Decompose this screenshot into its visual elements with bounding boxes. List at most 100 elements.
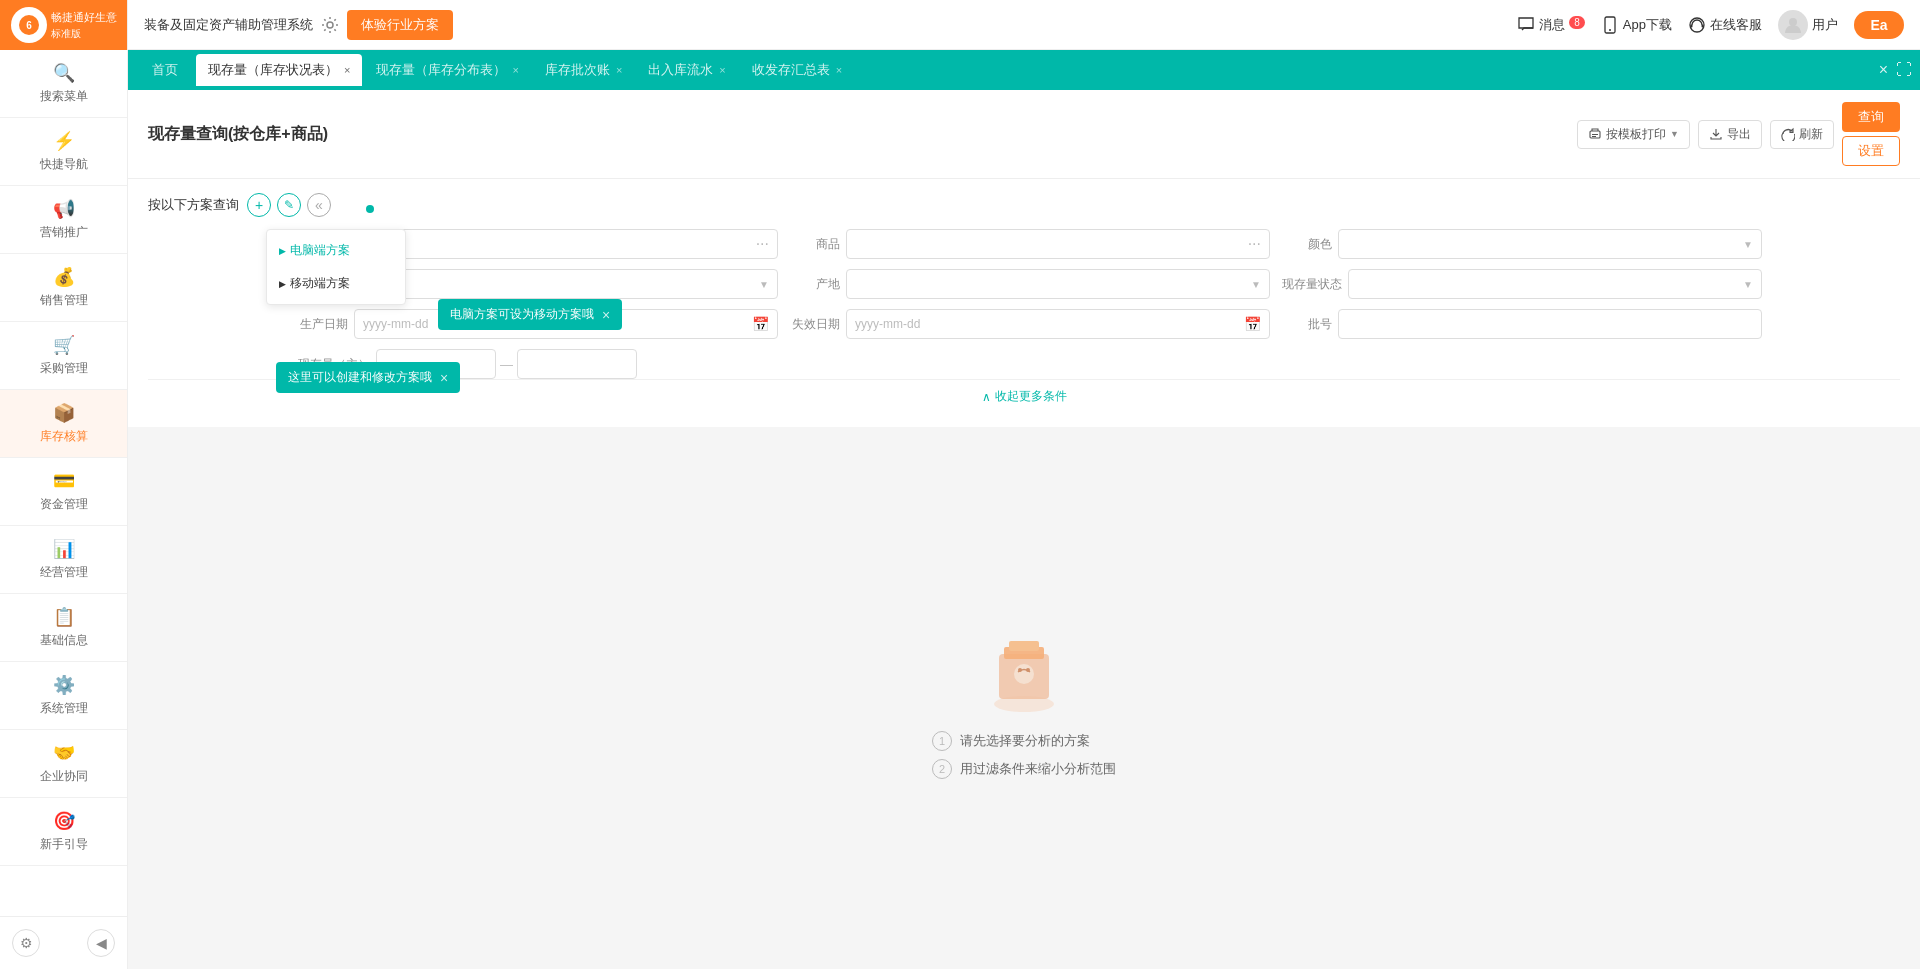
svg-point-16 [1014,664,1034,684]
sidebar-item-enterprise[interactable]: 🤝 企业协同 [0,730,127,798]
stock-status-select[interactable]: ▼ [1348,269,1762,299]
tooltip-pc-scheme: 电脑方案可设为移动方案哦 × [438,299,622,330]
sidebar-item-quick-nav[interactable]: ⚡ 快捷导航 [0,118,127,186]
scheme-item-mobile[interactable]: ▶ 移动端方案 [267,267,405,300]
tab-close-icon[interactable]: × [719,64,725,76]
tab-close-icon[interactable]: × [616,64,622,76]
tab-summary[interactable]: 收发存汇总表 × [740,54,854,86]
message-label: 消息 [1539,16,1565,34]
sidebar-item-inventory[interactable]: 📦 库存核算 [0,390,127,458]
stock-qty-to[interactable] [517,349,637,379]
search-btn[interactable]: 查询 [1842,102,1900,132]
edit-scheme-btn[interactable]: ✎ [277,193,301,217]
user-avatar [1778,10,1808,40]
chevron-down-icon: ▼ [1743,239,1753,250]
empty-step-1: 1 请先选择要分析的方案 [932,731,1116,751]
online-support-btn[interactable]: 在线客服 [1688,16,1762,34]
origin-select[interactable]: ▼ [846,269,1270,299]
trial-industry-btn[interactable]: 体验行业方案 [347,10,453,40]
calendar-icon[interactable]: 📅 [1244,316,1261,332]
color-select[interactable]: ▼ [1338,229,1762,259]
expiry-date-input[interactable]: yyyy-mm-dd 📅 [846,309,1270,339]
batch-no-input[interactable] [1338,309,1762,339]
page-header: 现存量查询(按仓库+商品) 按模板打印 ▼ [128,90,1920,179]
sidebar-footer: ⚙ ◀ [0,916,127,969]
page-title: 现存量查询(按仓库+商品) [148,124,328,145]
sidebar-item-marketing[interactable]: 📢 营销推广 [0,186,127,254]
gear-icon[interactable] [321,16,339,34]
message-btn[interactable]: 消息 8 [1517,16,1585,34]
export-btn[interactable]: 导出 [1698,120,1762,149]
dropdown-arrow: ▼ [1670,129,1679,139]
sidebar-item-label: 经营管理 [40,564,88,581]
tab-close-all-icon[interactable]: × [1879,61,1888,79]
empty-illustration [974,619,1074,719]
tab-inventory-dist[interactable]: 现存量（库存分布表） × [364,54,530,86]
tab-flow[interactable]: 出入库流水 × [636,54,737,86]
sidebar-item-newbie[interactable]: 🎯 新手引导 [0,798,127,866]
filter-row-1: 仓库 ··· 商品 ··· 颜色 [298,229,1900,259]
tab-close-icon[interactable]: × [836,64,842,76]
filter-area: 按以下方案查询 + ✎ « ▶ 电脑端方案 ▶ 移动端方案 [128,179,1920,427]
calendar-icon[interactable]: 📅 [752,316,769,332]
sidebar-item-label: 新手引导 [40,836,88,853]
tab-batch-account[interactable]: 库存批次账 × [533,54,634,86]
svg-point-17 [1018,668,1022,672]
tooltip-text: 这里可以创建和修改方案哦 [288,369,432,386]
empty-state: 1 请先选择要分析的方案 2 用过滤条件来缩小分析范围 [128,429,1920,969]
export-label: 导出 [1727,126,1751,143]
sidebar-item-label: 基础信息 [40,632,88,649]
header-left: 装备及固定资产辅助管理系统 体验行业方案 [144,10,453,40]
tab-expand-icon[interactable]: ⛶ [1896,61,1912,79]
settings-btn[interactable]: 设置 [1842,136,1900,166]
tooltip-text: 电脑方案可设为移动方案哦 [450,306,594,323]
svg-point-8 [1789,18,1797,26]
tab-close-icon[interactable]: × [344,64,350,76]
sidebar-item-search[interactable]: 🔍 搜索菜单 [0,50,127,118]
sidebar-item-management[interactable]: 📊 经营管理 [0,526,127,594]
filter-row-4: 现存量（主） — [298,349,1900,379]
tab-label: 出入库流水 [648,61,713,79]
settings-footer-btn[interactable]: ⚙ [12,929,40,957]
sidebar-item-label: 搜索菜单 [40,88,88,105]
sidebar-item-purchase[interactable]: 🛒 采购管理 [0,322,127,390]
refresh-btn[interactable]: 刷新 [1770,120,1834,149]
print-icon [1588,127,1602,141]
step-1-text: 请先选择要分析的方案 [960,732,1090,750]
user-area[interactable]: 用户 [1778,10,1838,40]
collapse-sidebar-btn[interactable]: ◀ [87,929,115,957]
tab-inventory-status[interactable]: 现存量（库存状况表） × [196,54,362,86]
prod-date-placeholder: yyyy-mm-dd [363,317,428,331]
system-icon: ⚙️ [53,674,75,696]
sidebar-item-label: 快捷导航 [40,156,88,173]
arrow-left-btn[interactable]: « [307,193,331,217]
warehouse-input[interactable]: ··· [354,229,778,259]
tab-label: 现存量（库存分布表） [376,61,506,79]
add-scheme-btn[interactable]: + [247,193,271,217]
sidebar-item-basic-info[interactable]: 📋 基础信息 [0,594,127,662]
headset-icon [1688,16,1706,34]
system-name: 装备及固定资产辅助管理系统 [144,16,313,34]
product-dots[interactable]: ··· [1248,235,1261,253]
scheme-item-pc[interactable]: ▶ 电脑端方案 [267,234,405,267]
template-print-btn[interactable]: 按模板打印 ▼ [1577,120,1690,149]
triangle-icon: ▶ [279,279,286,289]
sidebar: 6 畅捷通好生意 标准版 🔍 搜索菜单 ⚡ 快捷导航 📢 营销推广 💰 销售管理… [0,0,128,969]
template-print-label: 按模板打印 [1606,126,1666,143]
sidebar-item-label: 销售管理 [40,292,88,309]
sidebar-item-sales[interactable]: 💰 销售管理 [0,254,127,322]
sidebar-item-finance[interactable]: 💳 资金管理 [0,458,127,526]
warehouse-dots[interactable]: ··· [756,235,769,253]
tab-close-icon[interactable]: × [512,64,518,76]
size-select[interactable]: ▼ [354,269,778,299]
tooltip-close-btn[interactable]: × [440,370,448,386]
product-input[interactable]: ··· [846,229,1270,259]
search-settings-btns: 查询 设置 [1842,102,1900,166]
message-icon [1517,16,1535,34]
tab-home[interactable]: 首页 [136,54,194,86]
sidebar-item-system[interactable]: ⚙️ 系统管理 [0,662,127,730]
sidebar-nav: 🔍 搜索菜单 ⚡ 快捷导航 📢 营销推广 💰 销售管理 🛒 采购管理 📦 库存核… [0,50,127,916]
guide-icon: 🎯 [53,810,75,832]
app-download-btn[interactable]: App下载 [1601,16,1672,34]
tooltip-close-btn[interactable]: × [602,307,610,323]
